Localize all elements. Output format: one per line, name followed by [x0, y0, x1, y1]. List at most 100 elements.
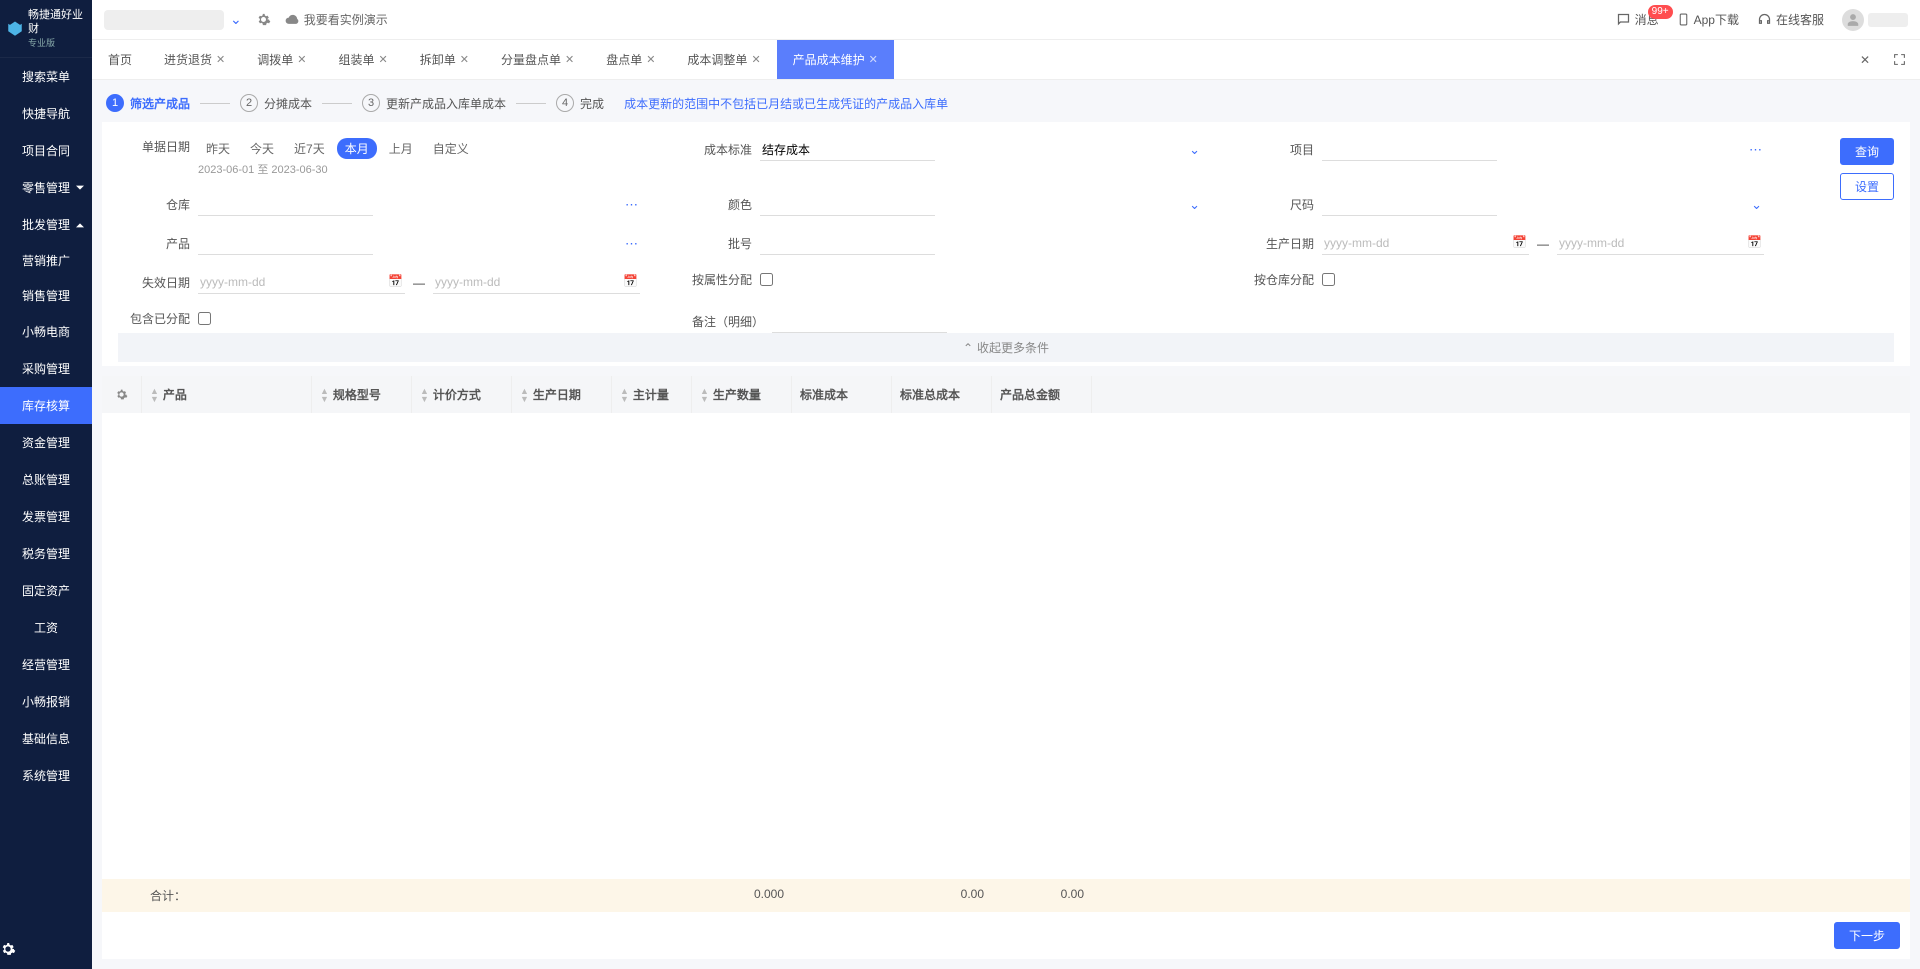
sidebar-item[interactable]: 库存核算 — [0, 387, 92, 424]
column-header[interactable]: 标准总成本 — [892, 376, 992, 413]
date-pill[interactable]: 本月 — [337, 138, 377, 159]
demo-link[interactable]: 我要看实例演示 — [285, 11, 388, 28]
close-icon[interactable]: ✕ — [216, 53, 225, 66]
column-header[interactable]: ▲▼主计量 — [612, 376, 692, 413]
close-icon[interactable]: ✕ — [565, 53, 574, 66]
label-batch: 批号 — [680, 235, 752, 252]
sidebar-item[interactable]: 资金管理 — [0, 424, 92, 461]
sidebar-item[interactable]: 项目合同 — [0, 132, 92, 169]
date-pill[interactable]: 昨天 — [198, 138, 238, 159]
sidebar-item[interactable]: 快捷导航 — [0, 95, 92, 132]
sidebar-item[interactable]: 固定资产 — [0, 572, 92, 609]
close-icon[interactable]: ✕ — [379, 53, 388, 66]
label-warehouse: 仓库 — [118, 196, 190, 213]
tab[interactable]: 产品成本维护✕ — [777, 40, 894, 79]
column-header[interactable]: ▲▼规格型号 — [312, 376, 412, 413]
date-pill[interactable]: 自定义 — [425, 138, 477, 159]
column-header[interactable]: ▲▼产品 — [142, 376, 312, 413]
column-header[interactable]: ▲▼生产日期 — [512, 376, 612, 413]
column-header[interactable]: 产品总金额 — [992, 376, 1092, 413]
tab[interactable]: 组装单✕ — [322, 40, 403, 79]
date-pill[interactable]: 今天 — [242, 138, 282, 159]
customer-service-button[interactable]: 在线客服 — [1757, 11, 1824, 28]
collapse-toggle[interactable]: ⌃ 收起更多条件 — [118, 333, 1894, 362]
chevron-down-icon[interactable]: ⌄ — [1751, 197, 1762, 213]
prod-date-from[interactable] — [1322, 232, 1529, 255]
step[interactable]: 2分摊成本 — [240, 94, 312, 112]
messages-button[interactable]: 消息 99+ — [1616, 11, 1659, 28]
step[interactable]: 1筛选产成品 — [106, 94, 190, 112]
close-icon[interactable]: ✕ — [646, 53, 655, 66]
sidebar-settings[interactable] — [0, 929, 92, 969]
tab[interactable]: 首页 — [92, 40, 148, 79]
close-icon[interactable]: ✕ — [297, 53, 306, 66]
expire-date-to[interactable] — [433, 271, 640, 294]
step[interactable]: 4完成 — [556, 94, 604, 112]
sidebar-item[interactable]: 小畅电商 — [0, 313, 92, 350]
column-settings[interactable] — [102, 376, 142, 413]
tab[interactable]: 拆卸单✕ — [404, 40, 485, 79]
expire-date-from[interactable] — [198, 271, 405, 294]
sidebar-item[interactable]: 销售管理 — [0, 278, 92, 313]
total-std: 0.00 — [892, 879, 992, 912]
sidebar-item[interactable]: 税务管理 — [0, 535, 92, 572]
column-header[interactable]: 标准成本 — [792, 376, 892, 413]
sidebar-item[interactable]: 零售管理 — [0, 169, 92, 206]
sidebar-item[interactable]: 系统管理 — [0, 757, 92, 794]
tab[interactable]: 分量盘点单✕ — [485, 40, 590, 79]
app-download-button[interactable]: App下载 — [1677, 11, 1739, 28]
label-expire: 失效日期 — [118, 274, 190, 291]
query-button[interactable]: 查询 — [1840, 138, 1894, 165]
size-select[interactable] — [1322, 193, 1497, 216]
calendar-icon[interactable]: 📅 — [623, 274, 638, 288]
org-selector[interactable]: ⌄ — [104, 10, 242, 30]
date-pill[interactable]: 上月 — [381, 138, 421, 159]
include-checkbox[interactable] — [198, 312, 211, 325]
tab[interactable]: 调拨单✕ — [241, 40, 322, 79]
settings-button[interactable]: 设置 — [1840, 173, 1894, 200]
sidebar-item[interactable]: 批发管理 — [0, 206, 92, 243]
by-wh-checkbox[interactable] — [1322, 273, 1335, 286]
close-icon[interactable]: ✕ — [751, 53, 760, 66]
date-pill[interactable]: 近7天 — [286, 138, 333, 159]
sidebar-item[interactable]: 营销推广 — [0, 243, 92, 278]
sidebar-item[interactable]: 总账管理 — [0, 461, 92, 498]
chevron-down-icon[interactable]: ⌄ — [1189, 142, 1200, 158]
tab[interactable]: 成本调整单✕ — [671, 40, 776, 79]
color-select[interactable] — [760, 193, 935, 216]
sidebar-item[interactable]: 发票管理 — [0, 498, 92, 535]
more-icon[interactable]: ⋯ — [625, 197, 638, 213]
by-attr-checkbox[interactable] — [760, 273, 773, 286]
sidebar-item[interactable]: 基础信息 — [0, 720, 92, 757]
sidebar-item[interactable]: 搜索菜单 — [0, 58, 92, 95]
product-input[interactable] — [198, 232, 373, 255]
more-icon[interactable]: ⋯ — [625, 236, 638, 252]
prod-date-to[interactable] — [1557, 232, 1764, 255]
user-menu[interactable] — [1842, 9, 1908, 31]
more-icon[interactable]: ⋯ — [1749, 142, 1762, 158]
tab-close-all-button[interactable]: ✕ — [1852, 47, 1878, 73]
cost-std-select[interactable] — [760, 138, 935, 161]
batch-input[interactable] — [760, 232, 935, 255]
sidebar-item[interactable]: 工资 — [0, 609, 92, 646]
close-icon[interactable]: ✕ — [460, 53, 469, 66]
tab[interactable]: 进货退货✕ — [148, 40, 241, 79]
close-icon[interactable]: ✕ — [869, 53, 878, 66]
calendar-icon[interactable]: 📅 — [388, 274, 403, 288]
column-header[interactable]: ▲▼计价方式 — [412, 376, 512, 413]
sidebar-item[interactable]: 小畅报销 — [0, 683, 92, 720]
calendar-icon[interactable]: 📅 — [1747, 235, 1762, 249]
tab[interactable]: 盘点单✕ — [590, 40, 671, 79]
column-header[interactable]: ▲▼生产数量 — [692, 376, 792, 413]
remark-input[interactable] — [772, 310, 947, 333]
calendar-icon[interactable]: 📅 — [1512, 235, 1527, 249]
project-input[interactable] — [1322, 138, 1497, 161]
chevron-down-icon[interactable]: ⌄ — [1189, 197, 1200, 213]
fullscreen-button[interactable] — [1886, 47, 1912, 73]
sidebar-item[interactable]: 采购管理 — [0, 350, 92, 387]
gear-icon[interactable] — [256, 12, 271, 27]
next-button[interactable]: 下一步 — [1834, 922, 1900, 949]
sidebar-item[interactable]: 经营管理 — [0, 646, 92, 683]
step[interactable]: 3更新产成品入库单成本 — [362, 94, 506, 112]
warehouse-input[interactable] — [198, 193, 373, 216]
